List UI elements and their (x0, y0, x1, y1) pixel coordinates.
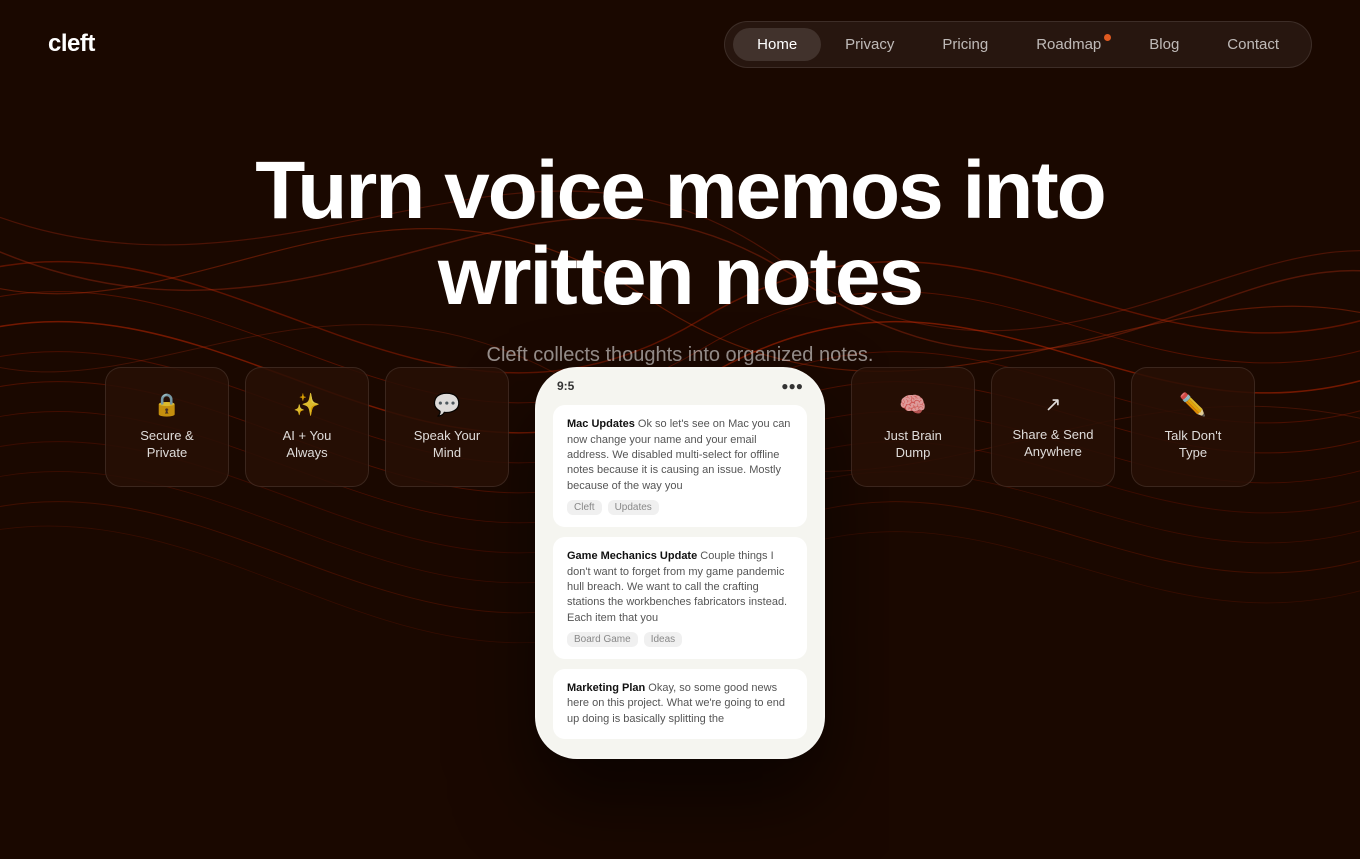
brain-icon: 🧠 (899, 392, 926, 418)
phone-spacer (525, 367, 835, 487)
features-section: 🔒 Secure &Private ✨ AI + YouAlways 💬 Spe… (0, 367, 1360, 487)
feature-card-ai: ✨ AI + YouAlways (245, 367, 369, 487)
nav-link-home[interactable]: Home (733, 28, 821, 61)
feature-label-brain: Just BrainDump (884, 428, 942, 462)
hero-title: Turn voice memos into written notes (230, 148, 1130, 320)
nav-link-privacy[interactable]: Privacy (821, 28, 918, 61)
feature-label-ai: AI + YouAlways (283, 428, 332, 462)
note-tag: Updates (608, 500, 659, 515)
share-icon: ↗ (1045, 392, 1062, 417)
feature-card-brain: 🧠 Just BrainDump (851, 367, 975, 487)
nav-link-roadmap[interactable]: Roadmap (1012, 28, 1125, 61)
feature-card-share: ↗ Share & SendAnywhere (991, 367, 1115, 487)
chat-icon: 💬 (433, 392, 460, 418)
note-tag: Board Game (567, 632, 638, 647)
nav-links: Home Privacy Pricing Roadmap Blog Contac… (724, 21, 1312, 68)
nav-link-contact[interactable]: Contact (1203, 28, 1303, 61)
note-tag: Cleft (567, 500, 602, 515)
feature-label-secure: Secure &Private (140, 428, 193, 462)
logo: cleft (48, 30, 95, 58)
feature-card-talk: ✏️ Talk Don'tType (1131, 367, 1255, 487)
feature-card-secure: 🔒 Secure &Private (105, 367, 229, 487)
navigation: cleft Home Privacy Pricing Roadmap Blog … (0, 0, 1360, 88)
feature-card-speak: 💬 Speak YourMind (385, 367, 509, 487)
feature-label-share: Share & SendAnywhere (1013, 427, 1094, 461)
feature-label-speak: Speak YourMind (414, 428, 481, 462)
note-item-3: Marketing Plan Okay, so some good news h… (553, 669, 807, 739)
note-tags-2: Board Game Ideas (567, 632, 793, 647)
nav-link-blog[interactable]: Blog (1125, 28, 1203, 61)
lock-icon: 🔒 (153, 392, 180, 418)
note-tags-1: Cleft Updates (567, 500, 793, 515)
nav-link-pricing[interactable]: Pricing (918, 28, 1012, 61)
note-item-2: Game Mechanics Update Couple things I do… (553, 537, 807, 659)
feature-label-talk: Talk Don'tType (1165, 428, 1222, 462)
pencil-icon: ✏️ (1179, 392, 1206, 418)
note-title-3: Marketing Plan (567, 682, 648, 694)
note-title-2: Game Mechanics Update (567, 550, 700, 562)
hero-subtitle: Cleft collects thoughts into organized n… (0, 344, 1360, 367)
note-tag: Ideas (644, 632, 682, 647)
sparkle-icon: ✨ (293, 392, 320, 418)
